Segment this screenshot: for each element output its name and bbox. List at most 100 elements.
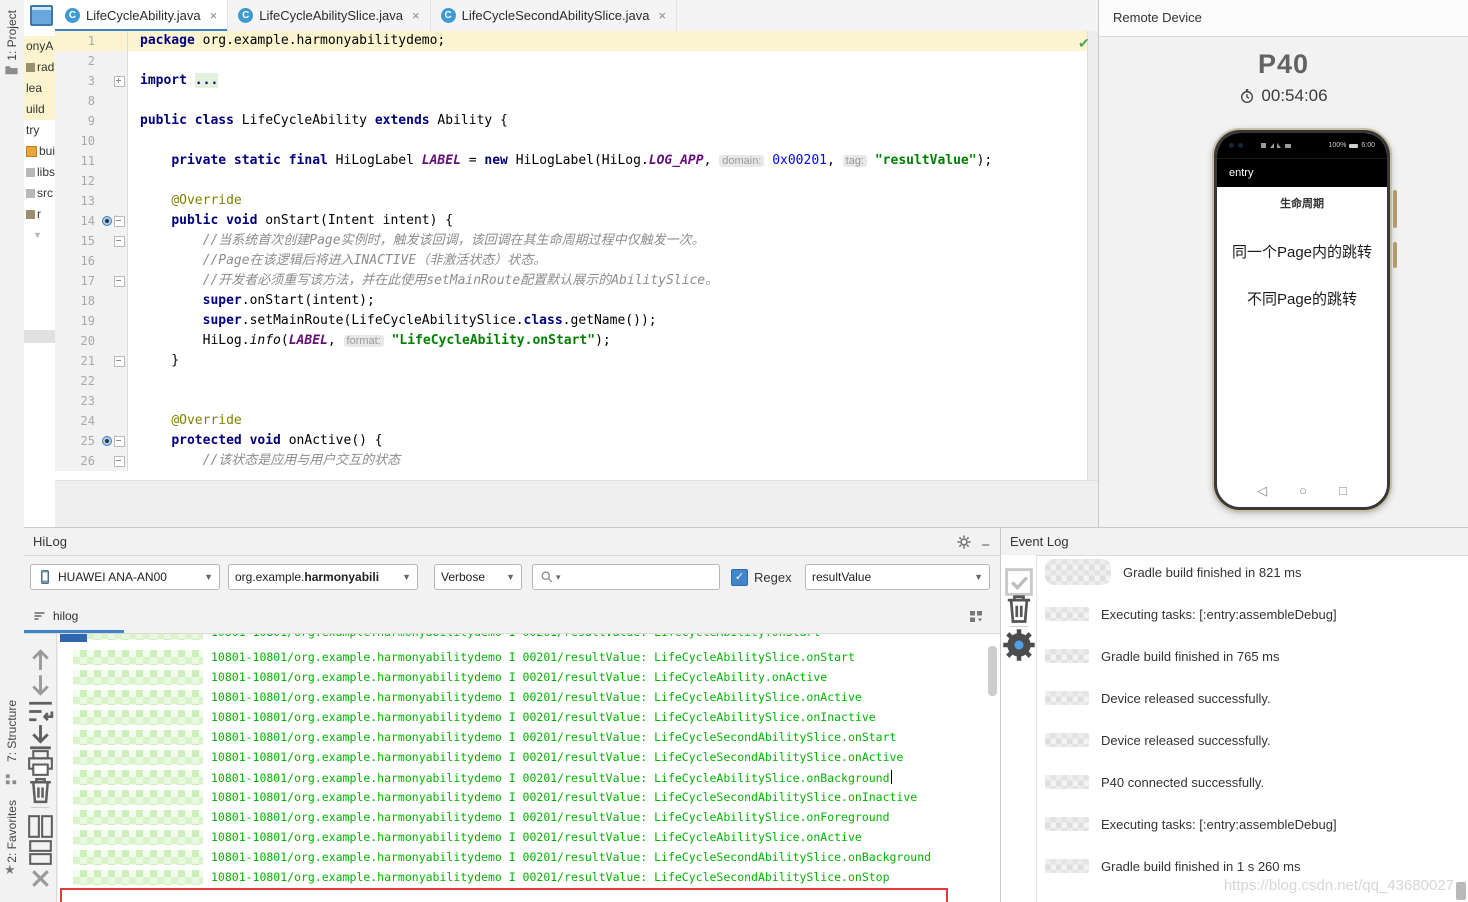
event-log-entry[interactable]: Device released successfully. — [1045, 687, 1271, 709]
code-line[interactable]: 17 //开发者必须重写该方法，并在此使用setMainRoute配置默认展示的… — [55, 271, 1087, 291]
fold-icon[interactable] — [114, 216, 125, 227]
nav-recent-icon[interactable]: □ — [1339, 483, 1347, 499]
tool-window-button-favorites[interactable]: 2: Favorites — [5, 800, 19, 863]
code-line[interactable]: 2 — [55, 51, 1087, 71]
editor-tab[interactable]: C LifeCycleAbilitySlice.java × — [228, 0, 431, 31]
log-filter-select[interactable]: resultValue ▼ — [805, 564, 990, 590]
log-search-input[interactable]: ▾ — [532, 564, 720, 590]
code-line[interactable]: 11 private static final HiLogLabel LABEL… — [55, 151, 1087, 171]
project-tree-item[interactable]: radle — [24, 57, 55, 78]
fold-icon[interactable] — [114, 456, 125, 467]
layout-blocks-icon[interactable] — [968, 608, 984, 624]
project-tree-item[interactable]: r — [24, 204, 55, 225]
tool-window-icon[interactable] — [30, 5, 53, 26]
project-tree-item[interactable]: libs — [24, 162, 55, 183]
log-scrollbar-thumb[interactable] — [988, 646, 997, 696]
code-line[interactable]: 19 super.setMainRoute(LifeCycleAbilitySl… — [55, 311, 1087, 331]
event-log-entry[interactable]: Device released successfully. — [1045, 729, 1271, 751]
event-log-entry[interactable]: Gradle build finished in 821 ms — [1045, 559, 1302, 585]
regex-option[interactable]: ✓ Regex — [731, 569, 792, 586]
project-scrollbar[interactable] — [24, 330, 55, 343]
project-tree-item[interactable]: onyA — [24, 36, 55, 57]
camera-dot-icon — [1238, 143, 1243, 148]
code-line[interactable]: 12 — [55, 171, 1087, 191]
code-line[interactable]: 16 //Page在该逻辑后将进入INACTIVE（非激活状态）状态。 — [55, 251, 1087, 271]
log-line[interactable]: 10801-10801/org.example.harmonyabilityde… — [58, 807, 1000, 827]
close-icon[interactable] — [24, 865, 57, 891]
code-line[interactable]: 26 //该状态是应用与用户交互的状态 — [55, 451, 1087, 471]
code-line[interactable]: 21 } — [55, 351, 1087, 371]
tree-expand-arrow-icon[interactable]: ▼ — [24, 225, 55, 246]
override-marker-icon[interactable] — [102, 216, 112, 226]
tab-close-icon[interactable]: × — [210, 8, 218, 23]
log-line[interactable]: 10801-10801/org.example.harmonyabilityde… — [58, 687, 1000, 707]
gutter — [101, 171, 128, 191]
event-log-entry[interactable]: Gradle build finished in 1 s 260 ms — [1045, 855, 1300, 877]
log-line[interactable]: 10801-10801/org.example.harmonyabilityde… — [58, 647, 1000, 667]
code-line[interactable]: 15 //当系统首次创建Page实例时，触发该回调，该回调在其生命周期过程中仅触… — [55, 231, 1087, 251]
project-tree-item[interactable]: buil — [24, 141, 55, 162]
tab-hilog[interactable]: hilog — [32, 608, 78, 624]
project-tree-item[interactable]: src — [24, 183, 55, 204]
code-editor[interactable]: 1 package org.example.harmonyabilitydemo… — [55, 31, 1087, 480]
tab-close-icon[interactable]: × — [658, 8, 666, 23]
log-level-select[interactable]: Verbose ▼ — [434, 564, 522, 590]
code-line[interactable]: 8 — [55, 91, 1087, 111]
log-view[interactable]: 10801-10801/org.example.harmonyabilityde… — [58, 634, 1000, 902]
event-log-settings-icon[interactable] — [1001, 629, 1037, 661]
override-marker-icon[interactable] — [102, 436, 112, 446]
code-line[interactable]: 10 — [55, 131, 1087, 151]
code-line[interactable]: 25 ↑ protected void onActive() { — [55, 431, 1087, 451]
log-line[interactable]: 10801-10801/org.example.harmonyabilityde… — [58, 867, 1000, 887]
clear-log-icon[interactable] — [24, 776, 57, 803]
code-line[interactable]: 20 HiLog.info(LABEL, format: "LifeCycleA… — [55, 331, 1087, 351]
code-line[interactable]: 9 public class LifeCycleAbility extends … — [55, 111, 1087, 131]
hilog-settings-gear-icon[interactable] — [956, 534, 972, 550]
code-line[interactable]: 24 @Override — [55, 411, 1087, 431]
project-tree-item[interactable]: try — [24, 120, 55, 141]
code-line[interactable]: 18 super.onStart(intent); — [55, 291, 1087, 311]
event-log-entry[interactable]: Executing tasks: [:entry:assembleDebug] — [1045, 603, 1337, 625]
hilog-minimize-icon[interactable]: − — [981, 532, 990, 559]
editor-tab[interactable]: C LifeCycleSecondAbilitySlice.java × — [430, 0, 678, 31]
log-line[interactable]: 10801-10801/org.example.harmonyabilityde… — [58, 707, 1000, 727]
event-log-entry[interactable]: P40 connected successfully. — [1045, 771, 1264, 793]
event-log-entry[interactable]: Gradle build finished in 765 ms — [1045, 645, 1280, 667]
code-line[interactable]: 23 — [55, 391, 1087, 411]
code-text: //Page在该逻辑后将进入INACTIVE（非激活状态）状态。 — [202, 253, 547, 268]
project-tree-item[interactable]: uild — [24, 99, 55, 120]
fold-icon[interactable] — [114, 76, 125, 87]
project-tree-item[interactable]: lea — [24, 78, 55, 99]
nav-home-icon[interactable]: ○ — [1299, 483, 1307, 499]
different-page-jump-link[interactable]: 不同Page的跳转 — [1217, 288, 1387, 309]
log-line[interactable]: 10801-10801/org.example.harmonyabilityde… — [58, 787, 1000, 807]
fold-icon[interactable] — [114, 236, 125, 247]
code-line[interactable]: 3 import ... — [55, 71, 1087, 91]
clear-all-icon[interactable] — [1001, 595, 1037, 623]
device-select[interactable]: HUAWEI ANA-AN00 ▼ — [30, 564, 220, 590]
code-line[interactable]: 14 ↑ public void onStart(Intent intent) … — [55, 211, 1087, 231]
redacted-timestamp — [73, 689, 203, 705]
fold-icon[interactable] — [114, 356, 125, 367]
log-line[interactable]: 10801-10801/org.example.harmonyabilityde… — [58, 827, 1000, 847]
log-line[interactable]: 10801-10801/org.example.harmonyabilityde… — [58, 767, 1000, 787]
tab-close-icon[interactable]: × — [412, 8, 420, 23]
tool-window-button-structure[interactable]: 7: Structure — [5, 700, 19, 762]
log-line[interactable]: 10801-10801/org.example.harmonyabilityde… — [58, 727, 1000, 747]
code-line[interactable]: 13 @Override — [55, 191, 1087, 211]
code-line[interactable]: 22 — [55, 371, 1087, 391]
tool-window-button-project[interactable]: 1: Project — [5, 10, 19, 61]
regex-checkbox[interactable]: ✓ — [731, 569, 748, 586]
folder-icon — [4, 62, 19, 77]
log-line[interactable]: 10801-10801/org.example.harmonyabilityde… — [58, 667, 1000, 687]
event-log-entry[interactable]: Executing tasks: [:entry:assembleDebug] — [1045, 813, 1337, 835]
package-select[interactable]: org.example.harmonyabili ▼ — [228, 564, 418, 590]
code-line[interactable]: 1 package org.example.harmonyabilitydemo… — [55, 31, 1087, 51]
same-page-jump-link[interactable]: 同一个Page内的跳转 — [1217, 241, 1387, 262]
nav-back-icon[interactable]: ◁ — [1257, 483, 1267, 499]
editor-tab[interactable]: C LifeCycleAbility.java × — [55, 0, 229, 32]
fold-icon[interactable] — [114, 436, 125, 447]
fold-icon[interactable] — [114, 276, 125, 287]
log-line[interactable]: 10801-10801/org.example.harmonyabilityde… — [58, 847, 1000, 867]
log-line[interactable]: 10801-10801/org.example.harmonyabilityde… — [58, 747, 1000, 767]
